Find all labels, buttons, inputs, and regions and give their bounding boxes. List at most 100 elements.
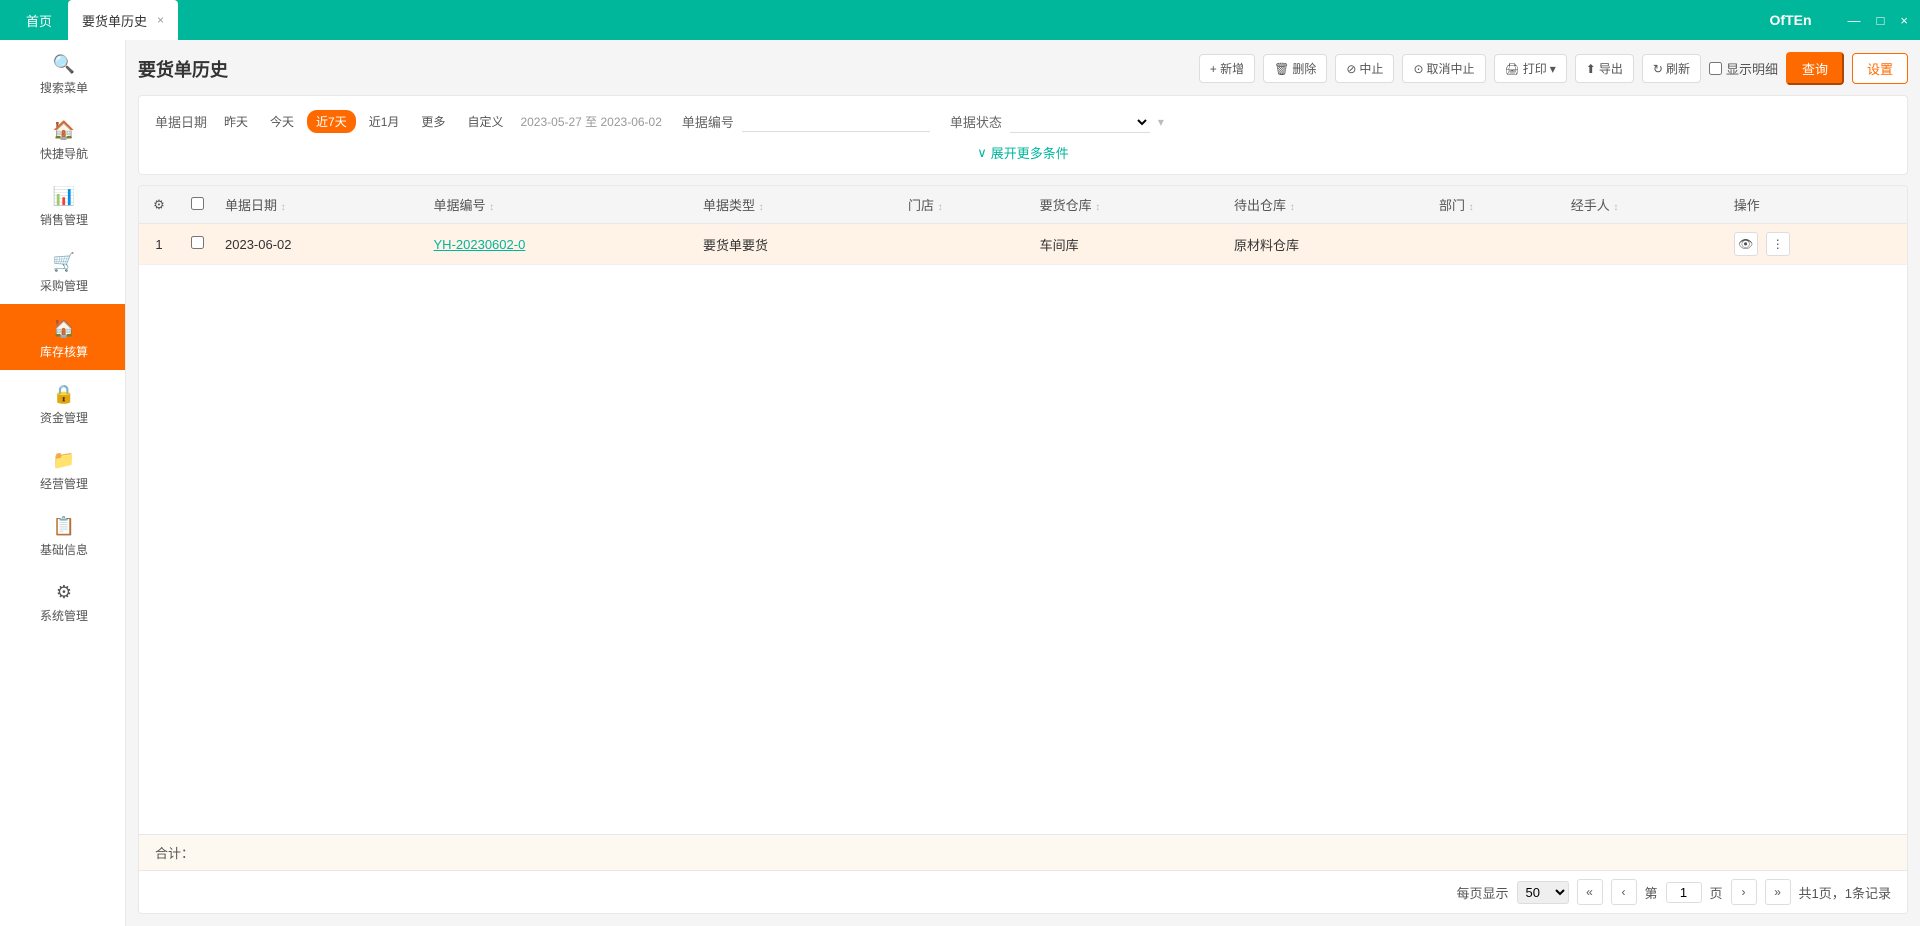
status-select[interactable] (1010, 111, 1150, 133)
cell-date: 2023-06-02 (215, 224, 424, 265)
total-info: 共1页，1条记录 (1799, 883, 1891, 902)
search-button[interactable]: 查询 (1786, 52, 1844, 85)
sidebar-item-system[interactable]: ⚙ 系统管理 (0, 568, 125, 634)
window-close[interactable]: × (1900, 13, 1908, 28)
system-icon: ⚙ (56, 582, 72, 603)
order-no-input[interactable] (742, 112, 930, 132)
row-checkbox-cell[interactable] (179, 224, 215, 265)
sidebar-item-inventory[interactable]: 🏠 库存核算 (0, 304, 125, 370)
show-detail-checkbox[interactable] (1709, 62, 1722, 75)
cell-store (898, 224, 1030, 265)
window-maximize[interactable]: □ (1877, 13, 1885, 28)
sort-date-icon[interactable]: ↕ (281, 202, 286, 213)
sidebar-sales-label: 销售管理 (40, 211, 88, 228)
th-pending-warehouse: 待出仓库 ↕ (1224, 186, 1429, 224)
operation-icon: 📁 (53, 450, 75, 471)
tab-order-history-label: 要货单历史 (82, 11, 147, 30)
sort-store-icon[interactable]: ↕ (938, 202, 943, 213)
sidebar-quick-nav-label: 快捷导航 (40, 145, 88, 162)
row-checkbox[interactable] (191, 236, 204, 249)
settings-button[interactable]: 设置 (1852, 53, 1908, 84)
footer-label: 合计： (155, 843, 194, 862)
sort-order-no-icon[interactable]: ↕ (489, 202, 494, 213)
table-head: ⚙ 单据日期 ↕ 单据编号 (139, 186, 1907, 224)
select-all-checkbox[interactable] (191, 197, 204, 210)
table-body: 1 2023-06-02 YH-20230602-0 要货单要货 车间库 (139, 224, 1907, 265)
settings-icon: ⚙ (153, 197, 165, 213)
sidebar-item-basic-info[interactable]: 📋 基础信息 (0, 502, 125, 568)
sort-order-type-icon[interactable]: ↕ (759, 202, 764, 213)
more-icon: ⋮ (1772, 237, 1784, 251)
first-page-button[interactable]: « (1577, 879, 1603, 905)
date-range-display: 2023-05-27 至 2023-06-02 (520, 113, 661, 130)
cell-handler (1561, 224, 1724, 265)
sort-department-icon[interactable]: ↕ (1469, 202, 1474, 213)
date-btn-today[interactable]: 今天 (261, 110, 303, 133)
order-no-label: 单据编号 (682, 112, 734, 131)
more-action-icon[interactable]: ⋮ (1766, 232, 1790, 256)
date-shortcuts: 昨天 今天 近7天 近1月 更多 自定义 (215, 110, 512, 133)
cell-req-warehouse: 车间库 (1030, 224, 1224, 265)
date-btn-last-month[interactable]: 近1月 (360, 110, 409, 133)
sidebar-item-sales[interactable]: 📊 销售管理 (0, 172, 125, 238)
sidebar-item-operation[interactable]: 📁 经营管理 (0, 436, 125, 502)
th-handler: 经手人 ↕ (1561, 186, 1724, 224)
date-btn-more[interactable]: 更多 (412, 110, 454, 133)
sort-req-warehouse-icon[interactable]: ↕ (1095, 202, 1100, 213)
toolbar: + 新增 🗑 删除 ⊘ 中止 ⊙ 取消中止 🖨 打印 ▾ (1199, 52, 1908, 85)
print-icon: 🖨 (1505, 62, 1520, 76)
export-button[interactable]: ⬆ 导出 (1575, 54, 1634, 83)
show-detail-toggle[interactable]: 显示明细 (1709, 59, 1778, 78)
sort-handler-icon[interactable]: ↕ (1613, 202, 1618, 213)
data-table: ⚙ 单据日期 ↕ 单据编号 (139, 186, 1907, 265)
page-label: 第 (1645, 883, 1658, 902)
eye-icon: 👁 (1738, 237, 1753, 251)
sidebar-item-finance[interactable]: 🔒 资金管理 (0, 370, 125, 436)
sidebar-item-purchase[interactable]: 🛒 采购管理 (0, 238, 125, 304)
expand-more-label: 展开更多条件 (991, 143, 1069, 162)
order-no-filter-group: 单据编号 (682, 112, 930, 132)
expand-more-btn[interactable]: ∨ 展开更多条件 (155, 143, 1891, 162)
sidebar-item-search[interactable]: 🔍 搜索菜单 (0, 40, 125, 106)
page-size-select[interactable]: 50 10 20 100 (1517, 881, 1569, 904)
status-dropdown-icon: ▾ (1158, 115, 1164, 129)
cancel-suspend-button[interactable]: ⊙ 取消中止 (1402, 54, 1485, 83)
cell-pending-warehouse: 原材料仓库 (1224, 224, 1429, 265)
brand-label: OfTEn (1770, 12, 1812, 28)
last-page-button[interactable]: » (1765, 879, 1791, 905)
refresh-button[interactable]: ↻ 刷新 (1642, 54, 1701, 83)
sort-pending-warehouse-icon[interactable]: ↕ (1290, 202, 1295, 213)
order-no-link[interactable]: YH-20230602-0 (434, 237, 526, 252)
prev-page-button[interactable]: ‹ (1611, 879, 1637, 905)
home-icon: 🏠 (53, 120, 75, 141)
date-btn-last7[interactable]: 近7天 (307, 110, 356, 133)
sidebar-item-quick-nav[interactable]: 🏠 快捷导航 (0, 106, 125, 172)
th-checkbox[interactable] (179, 186, 215, 224)
sidebar-search-label: 搜索菜单 (40, 79, 88, 96)
date-btn-custom[interactable]: 自定义 (458, 110, 512, 133)
tab-order-history[interactable]: 要货单历史 × (68, 0, 178, 40)
th-date: 单据日期 ↕ (215, 186, 424, 224)
table-wrap: ⚙ 单据日期 ↕ 单据编号 (139, 186, 1907, 834)
delete-button[interactable]: 🗑 删除 (1263, 54, 1327, 83)
suspend-button[interactable]: ⊘ 中止 (1335, 54, 1394, 83)
basic-info-icon: 📋 (53, 516, 75, 537)
th-settings[interactable]: ⚙ (139, 186, 179, 224)
show-detail-label: 显示明细 (1726, 59, 1778, 78)
refresh-icon: ↻ (1653, 62, 1663, 76)
date-btn-yesterday[interactable]: 昨天 (215, 110, 257, 133)
page-title: 要货单历史 (138, 56, 228, 82)
purchase-icon: 🛒 (53, 252, 75, 273)
close-tab-icon[interactable]: × (157, 13, 164, 27)
cell-order-no: YH-20230602-0 (424, 224, 694, 265)
page-number-input[interactable] (1666, 882, 1702, 903)
view-action-icon[interactable]: 👁 (1734, 232, 1758, 256)
tab-home[interactable]: 首页 (12, 0, 66, 40)
refresh-label: 刷新 (1666, 60, 1690, 77)
next-page-button[interactable]: › (1731, 879, 1757, 905)
inventory-icon: 🏠 (53, 318, 75, 339)
sidebar-purchase-label: 采购管理 (40, 277, 88, 294)
new-button[interactable]: + 新增 (1199, 54, 1255, 83)
window-minimize[interactable]: — (1848, 13, 1861, 28)
print-button[interactable]: 🖨 打印 ▾ (1494, 54, 1567, 83)
